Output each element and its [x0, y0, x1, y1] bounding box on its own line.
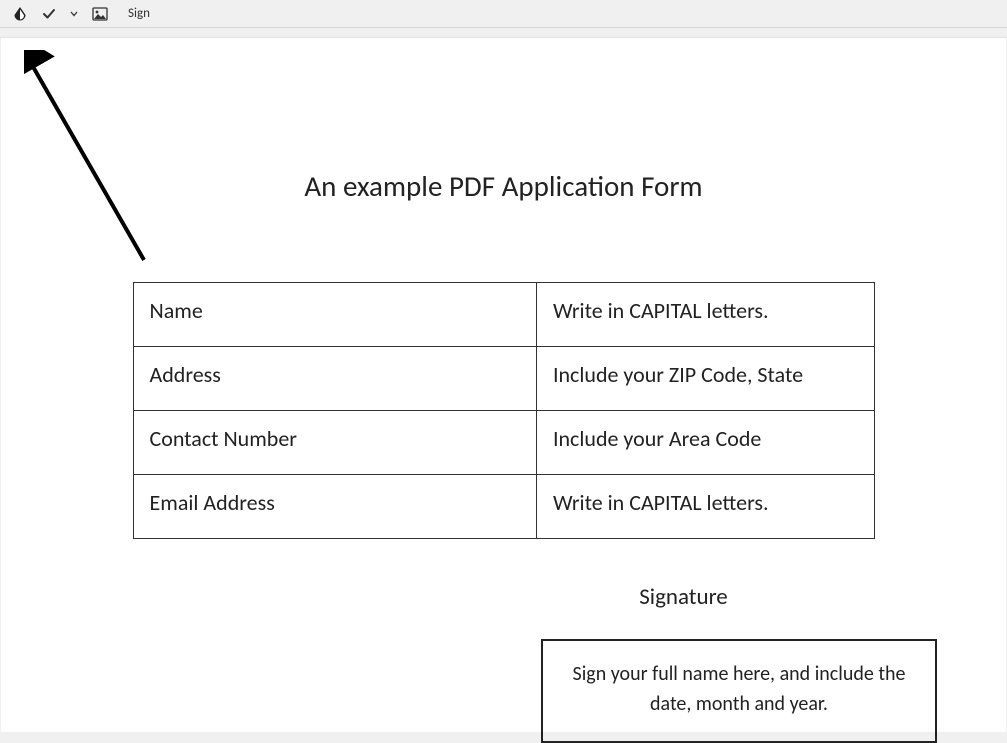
field-hint: Include your ZIP Code, State — [536, 347, 874, 411]
field-hint: Include your Area Code — [536, 411, 874, 475]
field-label: Address — [133, 347, 536, 411]
signature-box[interactable]: Sign your full name here, and include th… — [541, 639, 937, 743]
field-label: Contact Number — [133, 411, 536, 475]
signature-heading: Signature — [441, 583, 926, 611]
ink-sign-icon[interactable] — [12, 6, 28, 22]
dropdown-caret-icon[interactable] — [70, 10, 78, 18]
fill-sign-toolbar: Sign — [0, 0, 1007, 28]
sign-button[interactable]: Sign — [128, 6, 150, 21]
form-table: Name Write in CAPITAL letters. Address I… — [133, 282, 875, 539]
field-label: Name — [133, 283, 536, 347]
checkmark-icon[interactable] — [42, 7, 56, 21]
document-title: An example PDF Application Form — [81, 168, 926, 204]
table-row: Contact Number Include your Area Code — [133, 411, 874, 475]
field-hint: Write in CAPITAL letters. — [536, 475, 874, 539]
pdf-page: An example PDF Application Form Name Wri… — [1, 38, 1006, 732]
toolbar-divider — [0, 28, 1007, 38]
table-row: Email Address Write in CAPITAL letters. — [133, 475, 874, 539]
table-row: Address Include your ZIP Code, State — [133, 347, 874, 411]
field-hint: Write in CAPITAL letters. — [536, 283, 874, 347]
table-row: Name Write in CAPITAL letters. — [133, 283, 874, 347]
image-icon[interactable] — [92, 7, 108, 21]
field-label: Email Address — [133, 475, 536, 539]
document-viewport: An example PDF Application Form Name Wri… — [0, 38, 1007, 732]
